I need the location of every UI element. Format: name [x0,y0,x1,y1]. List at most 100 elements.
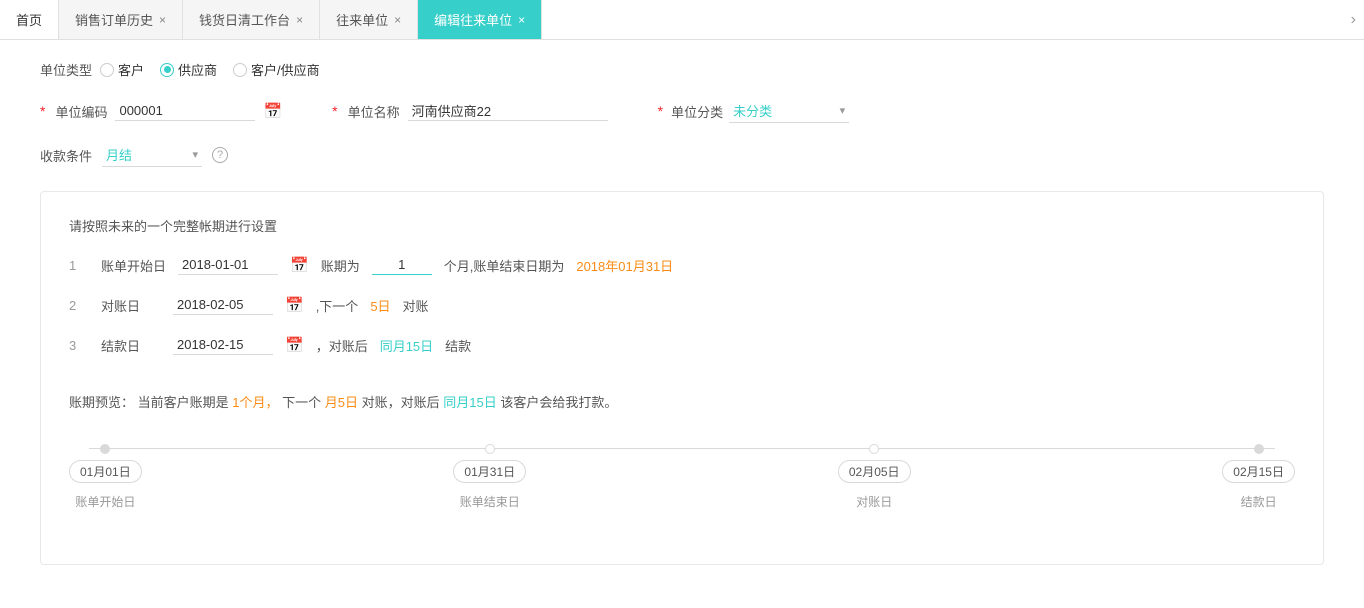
period-num-2: 2 [69,298,89,313]
tab-daily-work-close[interactable]: × [296,13,303,27]
tab-contacts-label: 往来单位 [336,10,388,29]
period-label-1: 账单开始日 [101,256,166,275]
radio-both-label: 客户/供应商 [251,60,320,79]
period-num-3: 3 [69,338,89,353]
radio-customer[interactable]: 客户 [100,60,144,79]
unit-category-arrow-icon: ▾ [840,104,846,117]
period-calendar-1[interactable]: 📅 [290,256,309,274]
period-highlight-2: 5日 [370,296,390,315]
unit-category-group: * 单位分类 未分类 ▾ [658,99,849,123]
unit-code-group: * 单位编码 📅 [40,101,282,121]
tab-edit-contact[interactable]: 编辑往来单位 × [418,0,542,39]
timeline-date-1: 01月31日 [453,460,526,483]
period-calendar-3[interactable]: 📅 [285,336,304,354]
period-suffix-3: 结款 [445,336,471,355]
tab-sales-history[interactable]: 销售订单历史 × [59,0,183,39]
tab-sales-history-close[interactable]: × [159,13,166,27]
timeline-node-0: 01月01日 账单开始日 [69,444,142,510]
timeline-node-1: 01月31日 账单结束日 [453,444,526,510]
unit-code-input[interactable] [115,101,255,121]
period-label-2: 对账日 [101,296,161,315]
timeline-label-0: 账单开始日 [75,493,135,510]
unit-category-label: 单位分类 [671,102,723,121]
payment-select[interactable]: 月结 ▾ [102,143,202,167]
unit-code-required: * [40,103,45,119]
period-date-2[interactable] [173,295,273,315]
unit-type-label: 单位类型 [40,60,92,79]
unit-name-label: 单位名称 [348,102,400,121]
help-icon[interactable]: ? [212,147,228,163]
unit-type-row: 单位类型 客户 供应商 客户/供应商 [40,60,1324,79]
period-end-date-highlight: 2018年01月31日 [576,256,673,275]
unit-code-label: 单位编码 [55,102,107,121]
preview-section: 账期预览： 当前客户账期是 1个月， 下一个 月5日 对账，对账后 同月15日 … [69,375,1295,540]
period-num-1: 1 [69,258,89,273]
tab-sales-history-label: 销售订单历史 [75,10,153,29]
timeline-nodes: 01月01日 账单开始日 01月31日 账单结束日 02月05日 对账日 [69,444,1295,510]
period-calendar-2[interactable]: 📅 [285,296,304,314]
radio-customer-circle [100,63,114,77]
preview-before: 当前客户账期是 [138,395,229,410]
unit-type-group: 单位类型 客户 供应商 客户/供应商 [40,60,320,79]
preview-middle2: 对账，对账后 [362,395,440,410]
preview-middle1: 下一个 [282,395,321,410]
timeline-dot-0 [100,444,110,454]
payment-label: 收款条件 [40,146,92,165]
unit-category-select[interactable]: 未分类 ▾ [729,99,849,123]
period-date-3[interactable] [173,335,273,355]
tab-edit-contact-label: 编辑往来单位 [434,10,512,29]
preview-highlight1: 1个月， [232,395,278,410]
timeline-node-3: 02月15日 结款日 [1222,444,1295,510]
unit-category-required: * [658,103,663,119]
period-suffix-after-1: 个月,账单结束日期为 [444,256,565,275]
period-suffix-before-1: 账期为 [321,256,360,275]
radio-supplier[interactable]: 供应商 [160,60,217,79]
timeline-date-3: 02月15日 [1222,460,1295,483]
period-row-1: 1 账单开始日 📅 账期为 个月,账单结束日期为 2018年01月31日 [69,255,1295,275]
preview-highlight3: 同月15日 [443,395,496,410]
radio-supplier-circle [160,63,174,77]
radio-both[interactable]: 客户/供应商 [233,60,320,79]
timeline-dot-2 [869,444,879,454]
payment-row: 收款条件 月结 ▾ ? [40,143,1324,167]
tab-home[interactable]: 首页 [0,0,59,39]
period-months-input[interactable] [372,255,432,275]
tab-contacts[interactable]: 往来单位 × [320,0,418,39]
period-suffix-2: 对账 [403,296,429,315]
payment-arrow-icon: ▾ [192,148,198,161]
panel-title: 请按照未来的一个完整帐期进行设置 [69,216,1295,235]
preview-highlight2: 月5日 [325,395,358,410]
period-prefix-3: ，对账后 [316,336,368,355]
tab-arrow[interactable]: › [1343,0,1364,39]
timeline-label-1: 账单结束日 [460,493,520,510]
preview-label: 账期预览： [69,395,134,410]
timeline-label-3: 结款日 [1241,493,1277,510]
unit-category-value: 未分类 [733,101,835,120]
payment-value: 月结 [106,145,188,164]
tab-home-label: 首页 [16,10,42,29]
timeline-date-0: 01月01日 [69,460,142,483]
period-highlight-3: 同月15日 [380,336,433,355]
radio-group: 客户 供应商 客户/供应商 [100,60,320,79]
unit-name-input[interactable] [408,101,608,121]
unit-name-required: * [332,103,337,119]
tab-edit-contact-close[interactable]: × [518,13,525,27]
preview-text: 账期预览： 当前客户账期是 1个月， 下一个 月5日 对账，对账后 同月15日 … [69,391,1295,414]
tab-contacts-close[interactable]: × [394,13,401,27]
period-date-1[interactable] [178,255,278,275]
radio-both-circle [233,63,247,77]
period-prefix-2: ,下一个 [316,296,359,315]
unit-name-group: * 单位名称 [332,101,607,121]
period-row-3: 3 结款日 📅 ，对账后 同月15日 结款 [69,335,1295,355]
tab-daily-work-label: 钱货日清工作台 [199,10,290,29]
timeline-label-2: 对账日 [856,493,892,510]
timeline: 01月01日 账单开始日 01月31日 账单结束日 02月05日 对账日 [69,434,1295,540]
settings-panel: 请按照未来的一个完整帐期进行设置 1 账单开始日 📅 账期为 个月,账单结束日期… [40,191,1324,565]
unit-info-row: * 单位编码 📅 * 单位名称 * 单位分类 未分类 ▾ [40,99,1324,123]
radio-customer-label: 客户 [118,60,144,79]
timeline-dot-3 [1254,444,1264,454]
tab-daily-work[interactable]: 钱货日清工作台 × [183,0,320,39]
unit-code-calendar-icon[interactable]: 📅 [263,102,282,120]
period-label-3: 结款日 [101,336,161,355]
radio-supplier-label: 供应商 [178,60,217,79]
